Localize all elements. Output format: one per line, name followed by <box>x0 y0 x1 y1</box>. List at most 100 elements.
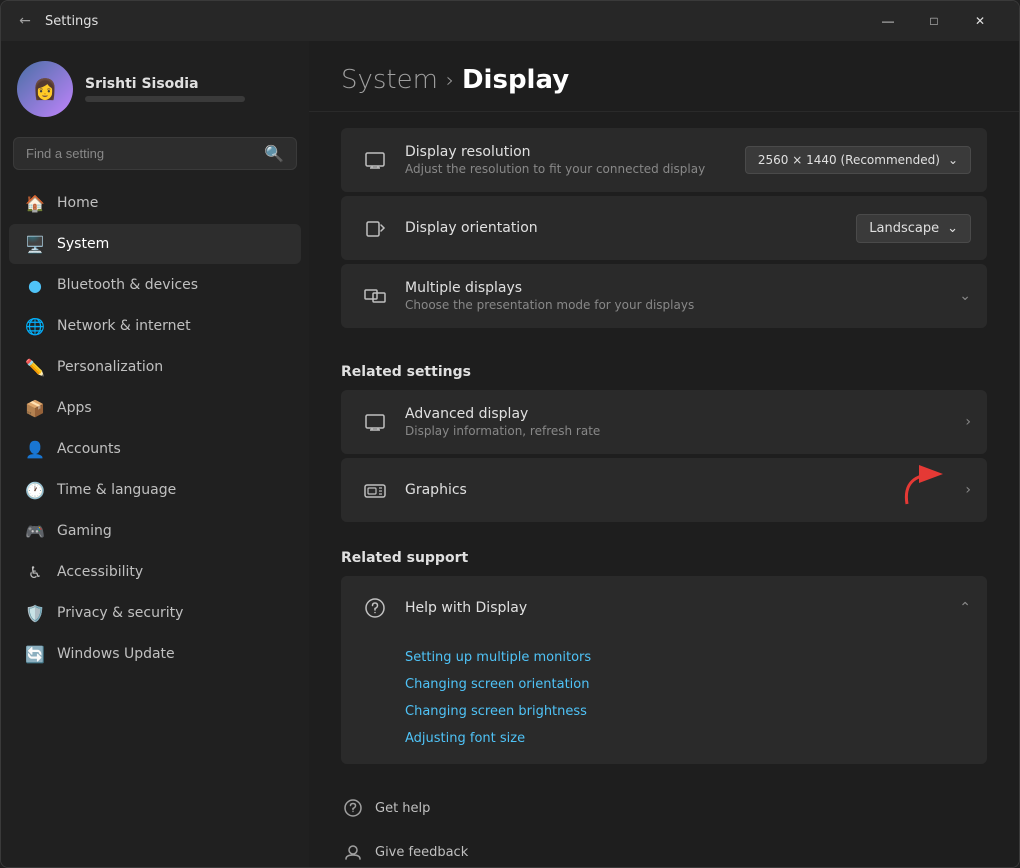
sidebar-item-label: Bluetooth & devices <box>57 277 198 293</box>
close-button[interactable]: ✕ <box>957 5 1003 37</box>
titlebar-title: Settings <box>45 14 98 29</box>
help-link-orientation[interactable]: Changing screen orientation <box>405 671 971 698</box>
sidebar-item-label: Windows Update <box>57 646 175 662</box>
graphics-info: Graphics <box>405 482 965 498</box>
resolution-title: Display resolution <box>405 144 745 160</box>
sidebar-item-apps[interactable]: 📦 Apps <box>9 388 301 428</box>
titlebar: ← Settings — □ ✕ <box>1 1 1019 41</box>
system-icon: 🖥️ <box>25 234 45 254</box>
sidebar-item-network[interactable]: 🌐 Network & internet <box>9 306 301 346</box>
breadcrumb-current: Display <box>462 65 569 95</box>
breadcrumb: System › Display <box>341 65 987 95</box>
sidebar-item-home[interactable]: 🏠 Home <box>9 183 301 223</box>
sidebar-item-system[interactable]: 🖥️ System <box>9 224 301 264</box>
main-content: System › Display <box>309 41 1019 867</box>
maximize-button[interactable]: □ <box>911 5 957 37</box>
get-help-icon <box>341 796 365 820</box>
back-button[interactable]: ← <box>17 13 33 29</box>
sidebar-item-label: Time & language <box>57 482 176 498</box>
graphics-row-wrapper: Graphics › <box>341 458 987 522</box>
app-content: 👩 Srishti Sisodia 🔍 🏠 Home 🖥️ <box>1 41 1019 867</box>
accessibility-icon: ♿ <box>25 562 45 582</box>
resolution-info: Display resolution Adjust the resolution… <box>405 144 745 176</box>
display-section: Display resolution Adjust the resolution… <box>309 112 1019 348</box>
orientation-info: Display orientation <box>405 220 856 236</box>
give-feedback-icon <box>341 840 365 864</box>
resolution-desc: Adjust the resolution to fit your connec… <box>405 162 745 176</box>
help-link-brightness[interactable]: Changing screen brightness <box>405 698 971 725</box>
related-support: Related support Help with Display <box>309 550 1019 772</box>
network-icon: 🌐 <box>25 316 45 336</box>
sidebar-item-gaming[interactable]: 🎮 Gaming <box>9 511 301 551</box>
breadcrumb-system: System <box>341 65 438 95</box>
resolution-row[interactable]: Display resolution Adjust the resolution… <box>341 128 987 192</box>
bluetooth-icon: ● <box>25 275 45 295</box>
graphics-icon <box>357 472 393 508</box>
help-icon <box>357 590 393 626</box>
orientation-row[interactable]: Display orientation Landscape ⌄ <box>341 196 987 260</box>
help-with-display-row: Help with Display ⌃ Setting up multiple … <box>341 576 987 764</box>
avatar: 👩 <box>17 61 73 117</box>
privacy-icon: 🛡️ <box>25 603 45 623</box>
search-box[interactable]: 🔍 <box>13 137 297 170</box>
orientation-dropdown[interactable]: Landscape ⌄ <box>856 214 971 243</box>
sidebar-item-personalization[interactable]: ✏️ Personalization <box>9 347 301 387</box>
footer-section: Get help Give feedback <box>309 772 1019 867</box>
gaming-icon: 🎮 <box>25 521 45 541</box>
time-icon: 🕐 <box>25 480 45 500</box>
related-support-label: Related support <box>341 550 987 566</box>
orientation-control: Landscape ⌄ <box>856 214 971 243</box>
orientation-value: Landscape <box>869 221 939 236</box>
windows-update-icon: 🔄 <box>25 644 45 664</box>
sidebar-item-accounts[interactable]: 👤 Accounts <box>9 429 301 469</box>
advanced-display-title: Advanced display <box>405 406 965 422</box>
sidebar-item-label: Personalization <box>57 359 163 375</box>
user-profile[interactable]: 👩 Srishti Sisodia <box>1 41 309 133</box>
sidebar-item-label: Network & internet <box>57 318 191 334</box>
search-input[interactable] <box>26 146 256 161</box>
resolution-icon <box>357 142 393 178</box>
advanced-display-desc: Display information, refresh rate <box>405 424 965 438</box>
multiple-displays-info: Multiple displays Choose the presentatio… <box>405 280 959 312</box>
sidebar-item-windows-update[interactable]: 🔄 Windows Update <box>9 634 301 674</box>
user-info: Srishti Sisodia <box>85 76 245 102</box>
sidebar-item-label: Privacy & security <box>57 605 183 621</box>
resolution-dropdown[interactable]: 2560 × 1440 (Recommended) ⌄ <box>745 146 971 174</box>
help-link-monitors[interactable]: Setting up multiple monitors <box>405 644 971 671</box>
sidebar-item-time[interactable]: 🕐 Time & language <box>9 470 301 510</box>
user-account-bar <box>85 96 245 102</box>
graphics-row[interactable]: Graphics › <box>341 458 987 522</box>
page-header: System › Display <box>309 41 1019 112</box>
give-feedback-link[interactable]: Give feedback <box>341 832 987 867</box>
settings-window: ← Settings — □ ✕ 👩 Srishti Sisodia 🔍 <box>0 0 1020 868</box>
resolution-control: 2560 × 1440 (Recommended) ⌄ <box>745 146 971 174</box>
related-settings-label: Related settings <box>341 364 987 380</box>
minimize-button[interactable]: — <box>865 5 911 37</box>
chevron-down-icon: ⌄ <box>947 221 958 236</box>
get-help-link[interactable]: Get help <box>341 788 987 828</box>
multiple-displays-row[interactable]: Multiple displays Choose the presentatio… <box>341 264 987 328</box>
help-header[interactable]: Help with Display ⌃ <box>341 576 987 640</box>
multiple-displays-title: Multiple displays <box>405 280 959 296</box>
chevron-right-icon: › <box>965 414 971 430</box>
orientation-icon <box>357 210 393 246</box>
user-name: Srishti Sisodia <box>85 76 245 92</box>
get-help-label: Get help <box>375 801 430 816</box>
chevron-up-icon: ⌃ <box>959 600 971 616</box>
related-settings: Related settings Advanced display Displ <box>309 364 1019 534</box>
sidebar-item-accessibility[interactable]: ♿ Accessibility <box>9 552 301 592</box>
titlebar-controls: — □ ✕ <box>865 5 1003 37</box>
advanced-display-info: Advanced display Display information, re… <box>405 406 965 438</box>
help-title-info: Help with Display <box>405 600 959 616</box>
multiple-displays-icon <box>357 278 393 314</box>
sidebar-item-bluetooth[interactable]: ● Bluetooth & devices <box>9 265 301 305</box>
accounts-icon: 👤 <box>25 439 45 459</box>
chevron-right-icon: › <box>965 482 971 498</box>
advanced-display-row[interactable]: Advanced display Display information, re… <box>341 390 987 454</box>
sidebar-item-label: Home <box>57 195 98 211</box>
sidebar-item-privacy[interactable]: 🛡️ Privacy & security <box>9 593 301 633</box>
search-icon: 🔍 <box>264 144 284 163</box>
sidebar-item-label: Gaming <box>57 523 112 539</box>
home-icon: 🏠 <box>25 193 45 213</box>
help-link-fontsize[interactable]: Adjusting font size <box>405 725 971 752</box>
